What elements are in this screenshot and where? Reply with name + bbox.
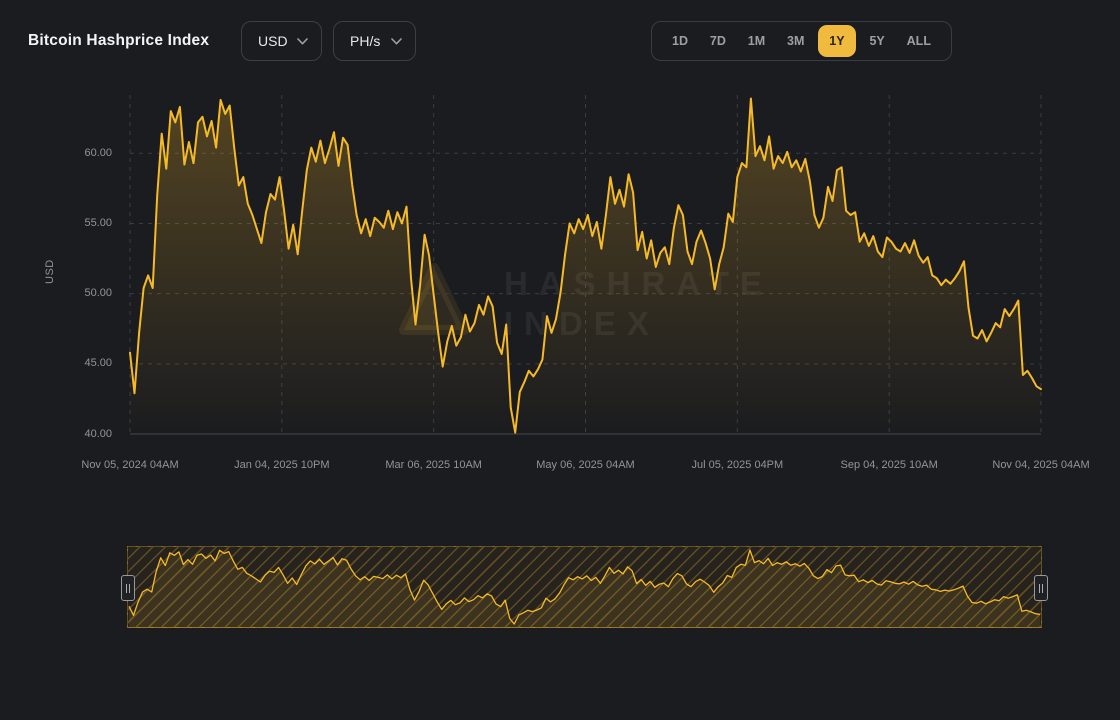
x-tick-label: Nov 05, 2024 04AM	[55, 459, 205, 471]
x-tick-label: May 06, 2025 04AM	[511, 459, 661, 471]
y-axis-title: USD	[44, 259, 56, 284]
y-tick-label: 50.00	[36, 287, 112, 299]
y-tick-label: 55.00	[36, 217, 112, 229]
range-button-1d[interactable]: 1D	[664, 26, 696, 57]
unit-dropdown[interactable]: PH/s	[333, 21, 416, 61]
chevron-down-icon	[391, 38, 402, 45]
page-title: Bitcoin Hashprice Index	[28, 32, 209, 50]
range-button-5y[interactable]: 5Y	[861, 26, 892, 57]
brush-handle-right[interactable]	[1034, 575, 1048, 601]
area-fill	[130, 99, 1041, 435]
x-tick-label: Jul 05, 2025 04PM	[662, 459, 812, 471]
range-button-1m[interactable]: 1M	[740, 26, 773, 57]
brush-area-fill	[129, 550, 1040, 627]
y-tick-label: 45.00	[36, 357, 112, 369]
range-brush[interactable]	[127, 546, 1042, 628]
range-button-all[interactable]: ALL	[899, 26, 939, 57]
app-root: Bitcoin Hashprice Index USD PH/s 1D7D1M3…	[0, 0, 1120, 720]
x-tick-label: Sep 04, 2025 10AM	[814, 459, 964, 471]
brush-handle-left[interactable]	[121, 575, 135, 601]
brush-mini-chart	[128, 547, 1041, 627]
time-range-group: 1D7D1M3M1Y5YALL	[651, 21, 952, 61]
x-tick-label: Mar 06, 2025 10AM	[359, 459, 509, 471]
x-tick-label: Nov 04, 2025 04AM	[966, 459, 1116, 471]
range-button-1y[interactable]: 1Y	[818, 25, 855, 58]
chevron-down-icon	[297, 38, 308, 45]
y-tick-label: 60.00	[36, 147, 112, 159]
currency-dropdown-value: USD	[258, 33, 288, 49]
hashprice-line-chart[interactable]	[128, 95, 1043, 437]
currency-dropdown[interactable]: USD	[241, 21, 322, 61]
range-button-7d[interactable]: 7D	[702, 26, 734, 57]
y-tick-label: 40.00	[36, 428, 112, 440]
x-tick-label: Jan 04, 2025 10PM	[207, 459, 357, 471]
unit-dropdown-value: PH/s	[350, 33, 380, 49]
range-button-3m[interactable]: 3M	[779, 26, 812, 57]
